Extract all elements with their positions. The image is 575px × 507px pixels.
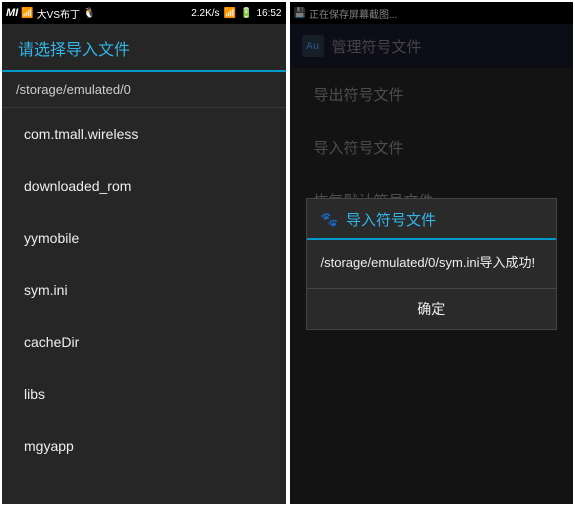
- file-item[interactable]: com.tmall.wireless: [2, 108, 286, 160]
- dialog-message: /storage/emulated/0/sym.ini导入成功!: [307, 240, 557, 288]
- current-path[interactable]: /storage/emulated/0: [2, 72, 286, 108]
- qq-icon: 🐧: [83, 8, 95, 19]
- clock-time: 16:52: [256, 8, 281, 19]
- file-item[interactable]: yymobile: [2, 212, 286, 264]
- file-item[interactable]: cacheDir: [2, 316, 286, 368]
- file-item[interactable]: downloaded_rom: [2, 160, 286, 212]
- dialog-title: 导入符号文件: [346, 209, 436, 230]
- mi-logo: MI: [6, 7, 18, 19]
- import-success-dialog: 🐾 导入符号文件 /storage/emulated/0/sym.ini导入成功…: [306, 198, 558, 330]
- file-picker-header: 请选择导入文件: [2, 24, 286, 72]
- file-picker-title: 请选择导入文件: [18, 36, 270, 60]
- status-left: MI 📶 大VS布丁 🐧: [6, 6, 95, 21]
- battery-icon: 🔋: [240, 8, 252, 19]
- file-item[interactable]: sym.ini: [2, 264, 286, 316]
- status-bar-left: MI 📶 大VS布丁 🐧 2.2K/s 📶 🔋 16:52: [2, 2, 286, 24]
- file-item[interactable]: libs: [2, 368, 286, 420]
- network-speed: 2.2K/s: [191, 8, 219, 19]
- phone-left: MI 📶 大VS布丁 🐧 2.2K/s 📶 🔋 16:52 请选择导入文件 /s…: [2, 2, 286, 504]
- dialog-header: 🐾 导入符号文件: [307, 199, 557, 240]
- status-right: 2.2K/s 📶 🔋 16:52: [191, 8, 281, 19]
- paw-icon: 🐾: [321, 211, 338, 228]
- signal-icon: 📶: [21, 8, 33, 19]
- wifi-icon: 📶: [224, 8, 236, 19]
- ok-button[interactable]: 确定: [307, 288, 557, 329]
- file-list: com.tmall.wireless downloaded_rom yymobi…: [2, 108, 286, 472]
- carrier-text: 大VS布丁: [37, 6, 80, 21]
- file-item[interactable]: mgyapp: [2, 420, 286, 472]
- phone-right: 💾 正在保存屏幕截图... Au 管理符号文件 导出符号文件 导入符号文件 恢复…: [290, 2, 574, 504]
